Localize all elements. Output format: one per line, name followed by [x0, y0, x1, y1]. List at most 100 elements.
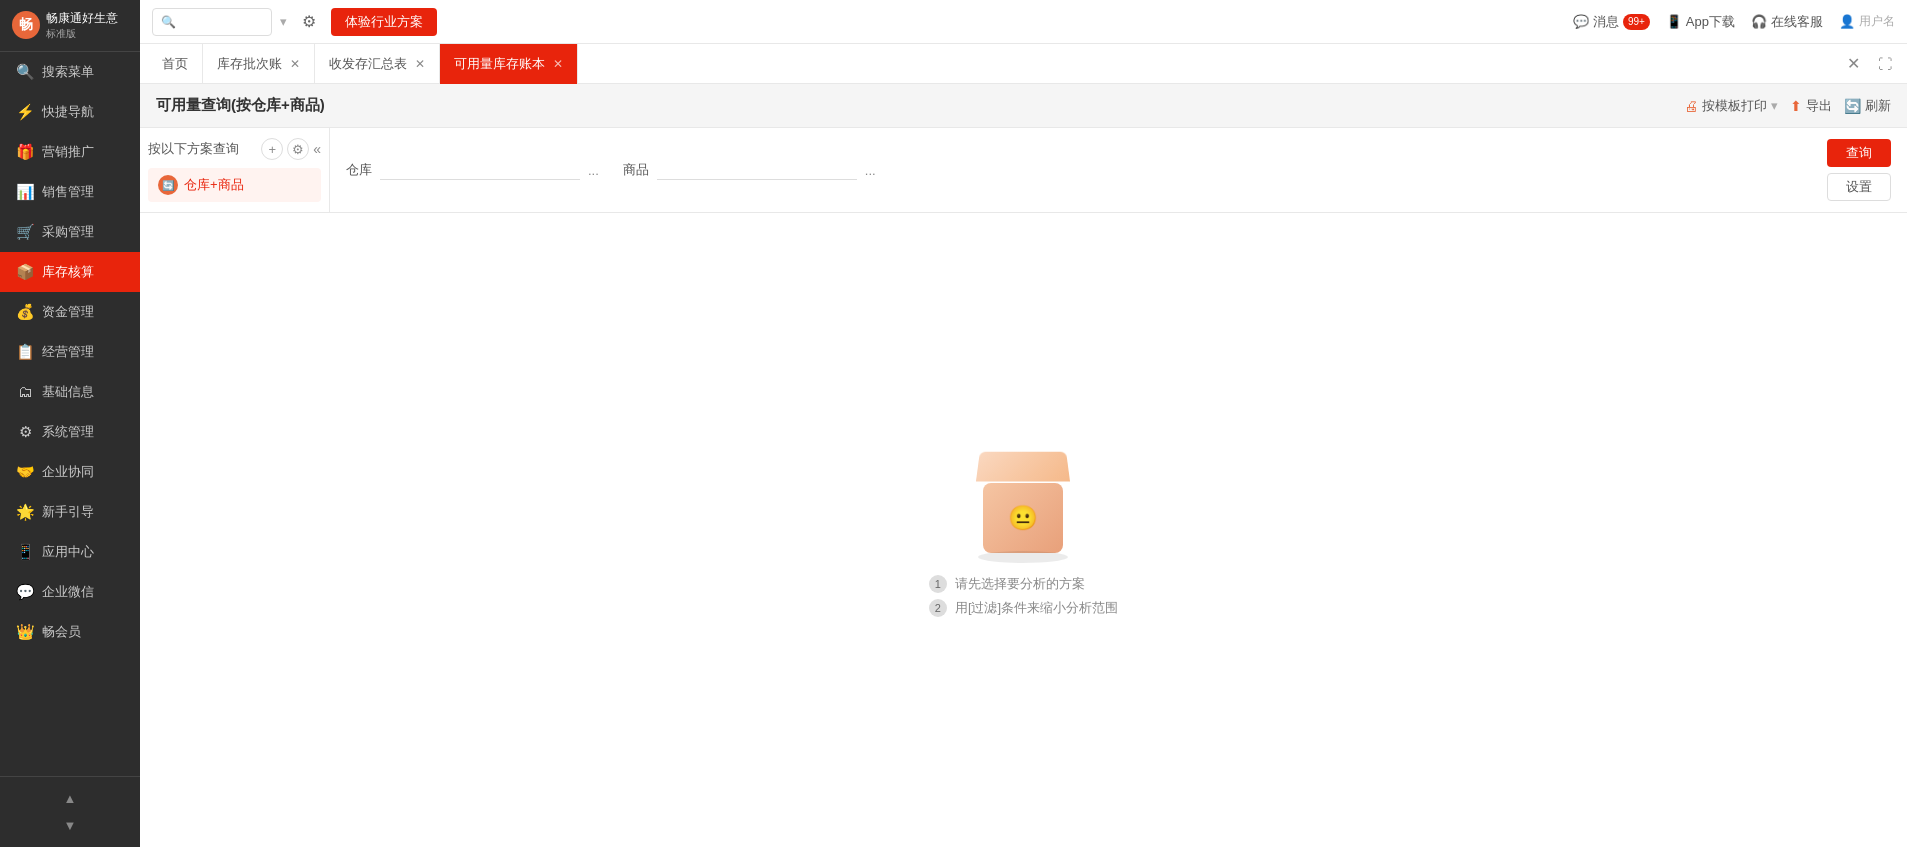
empty-illustration: 😐 — [963, 443, 1083, 563]
trial-button[interactable]: 体验行业方案 — [331, 8, 437, 36]
sidebar-item-marketing[interactable]: 🎁 营销推广 — [0, 132, 140, 172]
tabs-right-controls: ✕ ⛶ — [1839, 50, 1899, 78]
box-body: 😐 — [983, 483, 1063, 553]
tabs-close-all-button[interactable]: ✕ — [1839, 50, 1867, 78]
export-button[interactable]: ⬆ 导出 — [1790, 97, 1832, 115]
system-icon: ⚙ — [16, 423, 34, 441]
query-setting-button[interactable]: 设置 — [1827, 173, 1891, 201]
user-icon: 👤 — [1839, 14, 1855, 29]
scheme-item-warehouse-goods[interactable]: 🔄 仓库+商品 — [148, 168, 321, 202]
tip-text-2: 用[过滤]条件来缩小分析范围 — [955, 599, 1118, 617]
user-menu[interactable]: 👤 用户名 — [1839, 13, 1895, 30]
topbar: 🔍 ▾ ⚙ 体验行业方案 💬 消息 99+ 📱 App下载 🎧 在线客服 — [140, 0, 1907, 44]
sidebar-scroll-down[interactable]: ▼ — [0, 812, 140, 839]
main-content: 🔍 ▾ ⚙ 体验行业方案 💬 消息 99+ 📱 App下载 🎧 在线客服 — [140, 0, 1907, 847]
sidebar-scroll: 🔍 搜索菜单 ⚡ 快捷导航 🎁 营销推广 📊 销售管理 🛒 采购管理 📦 库存核… — [0, 52, 140, 776]
goods-label: 商品 — [623, 161, 649, 179]
topbar-search-box[interactable]: 🔍 — [152, 8, 272, 36]
app-download-button[interactable]: 📱 App下载 — [1666, 13, 1735, 31]
goods-field: 商品 ... — [623, 160, 876, 180]
tab-collect-summary[interactable]: 收发存汇总表 ✕ — [315, 44, 440, 84]
message-button[interactable]: 💬 消息 99+ — [1573, 13, 1650, 31]
sidebar-item-quick-nav[interactable]: ⚡ 快捷导航 — [0, 92, 140, 132]
scheme-warehouse-goods-icon: 🔄 — [158, 175, 178, 195]
sidebar-item-cooperation[interactable]: 🤝 企业协同 — [0, 452, 140, 492]
empty-tips: 1 请先选择要分析的方案 2 用[过滤]条件来缩小分析范围 — [929, 575, 1118, 617]
online-service-button[interactable]: 🎧 在线客服 — [1751, 13, 1823, 31]
topbar-right: 💬 消息 99+ 📱 App下载 🎧 在线客服 👤 用户名 — [1573, 13, 1895, 31]
sidebar-item-member[interactable]: 👑 畅会员 — [0, 612, 140, 652]
warehouse-more-button[interactable]: ... — [588, 163, 599, 178]
box-face-icon: 😐 — [1008, 504, 1038, 532]
guide-icon: 🌟 — [16, 503, 34, 521]
sidebar-item-inventory[interactable]: 📦 库存核算 — [0, 252, 140, 292]
quick-nav-icon: ⚡ — [16, 103, 34, 121]
empty-state: 😐 1 请先选择要分析的方案 2 用[过滤]条件来缩小分析范围 — [929, 443, 1118, 617]
tab-batch-ledger[interactable]: 库存批次账 ✕ — [203, 44, 315, 84]
search-icon: 🔍 — [16, 63, 34, 81]
app-logo-text: 畅康通好生意 标准版 — [46, 10, 118, 41]
purchase-icon: 🛒 — [16, 223, 34, 241]
search-dropdown-icon[interactable]: ▾ — [280, 14, 287, 29]
add-scheme-button[interactable]: + — [261, 138, 283, 160]
gear-icon: ⚙ — [302, 12, 316, 31]
goods-input[interactable] — [657, 160, 857, 180]
query-filter-area: 仓库 ... 商品 ... 查询 设置 — [330, 128, 1907, 212]
warehouse-input[interactable] — [380, 160, 580, 180]
sidebar-scroll-up[interactable]: ▲ — [0, 785, 140, 812]
print-icon: 🖨 — [1684, 98, 1698, 114]
sidebar-item-system[interactable]: ⚙ 系统管理 — [0, 412, 140, 452]
warehouse-label: 仓库 — [346, 161, 372, 179]
operation-icon: 📋 — [16, 343, 34, 361]
gear-button[interactable]: ⚙ — [295, 8, 323, 36]
refresh-button[interactable]: 🔄 刷新 — [1844, 97, 1891, 115]
sidebar-item-search[interactable]: 🔍 搜索菜单 — [0, 52, 140, 92]
sidebar-item-guide[interactable]: 🌟 新手引导 — [0, 492, 140, 532]
sidebar-bottom: ▲ ▼ — [0, 776, 140, 847]
tip-text-1: 请先选择要分析的方案 — [955, 575, 1085, 593]
mobile-icon: 📱 — [1666, 14, 1682, 29]
sidebar-item-operation[interactable]: 📋 经营管理 — [0, 332, 140, 372]
sidebar-item-basic-info[interactable]: 🗂 基础信息 — [0, 372, 140, 412]
goods-more-button[interactable]: ... — [865, 163, 876, 178]
tab-available-ledger[interactable]: 可用量库存账本 ✕ — [440, 44, 578, 84]
tab-home[interactable]: 首页 — [148, 44, 203, 84]
box-top — [976, 452, 1070, 482]
sidebar-logo: 畅 畅康通好生意 标准版 — [0, 0, 140, 52]
box-shadow — [978, 551, 1068, 563]
print-template-button[interactable]: 🖨 按模板打印 ▾ — [1684, 97, 1778, 115]
app-logo-icon: 畅 — [12, 11, 40, 39]
sidebar-item-wechat[interactable]: 💬 企业微信 — [0, 572, 140, 612]
tabs-expand-button[interactable]: ⛶ — [1871, 50, 1899, 78]
tab-close-available-ledger[interactable]: ✕ — [553, 57, 563, 71]
sidebar-item-finance[interactable]: 💰 资金管理 — [0, 292, 140, 332]
page-header: 可用量查询(按仓库+商品) 🖨 按模板打印 ▾ ⬆ 导出 🔄 刷新 — [140, 84, 1907, 128]
page-title: 可用量查询(按仓库+商品) — [156, 96, 1684, 115]
export-icon: ⬆ — [1790, 98, 1802, 114]
cooperation-icon: 🤝 — [16, 463, 34, 481]
tab-close-batch-ledger[interactable]: ✕ — [290, 57, 300, 71]
warehouse-field: 仓库 ... — [346, 160, 599, 180]
collapse-panel-button[interactable]: « — [313, 141, 321, 157]
query-scheme-header: 按以下方案查询 + ⚙ « — [148, 138, 321, 160]
manage-scheme-button[interactable]: ⚙ — [287, 138, 309, 160]
finance-icon: 💰 — [16, 303, 34, 321]
sidebar-item-purchase[interactable]: 🛒 采购管理 — [0, 212, 140, 252]
tip-num-2: 2 — [929, 599, 947, 617]
empty-tip-1: 1 请先选择要分析的方案 — [929, 575, 1118, 593]
tab-close-collect-summary[interactable]: ✕ — [415, 57, 425, 71]
query-area: 按以下方案查询 + ⚙ « 🔄 仓库+商品 仓库 ... 商品 — [140, 128, 1907, 213]
empty-tip-2: 2 用[过滤]条件来缩小分析范围 — [929, 599, 1118, 617]
wechat-icon: 💬 — [16, 583, 34, 601]
query-scheme-panel: 按以下方案查询 + ⚙ « 🔄 仓库+商品 — [140, 128, 330, 212]
app-center-icon: 📱 — [16, 543, 34, 561]
message-badge: 99+ — [1623, 14, 1650, 30]
sidebar-item-app-center[interactable]: 📱 应用中心 — [0, 532, 140, 572]
search-icon: 🔍 — [161, 15, 176, 29]
sidebar: 畅 畅康通好生意 标准版 🔍 搜索菜单 ⚡ 快捷导航 🎁 营销推广 📊 销售管理… — [0, 0, 140, 847]
query-button[interactable]: 查询 — [1827, 139, 1891, 167]
tip-num-1: 1 — [929, 575, 947, 593]
inventory-icon: 📦 — [16, 263, 34, 281]
sidebar-item-sales[interactable]: 📊 销售管理 — [0, 172, 140, 212]
tabs-bar: 首页 库存批次账 ✕ 收发存汇总表 ✕ 可用量库存账本 ✕ ✕ ⛶ — [140, 44, 1907, 84]
